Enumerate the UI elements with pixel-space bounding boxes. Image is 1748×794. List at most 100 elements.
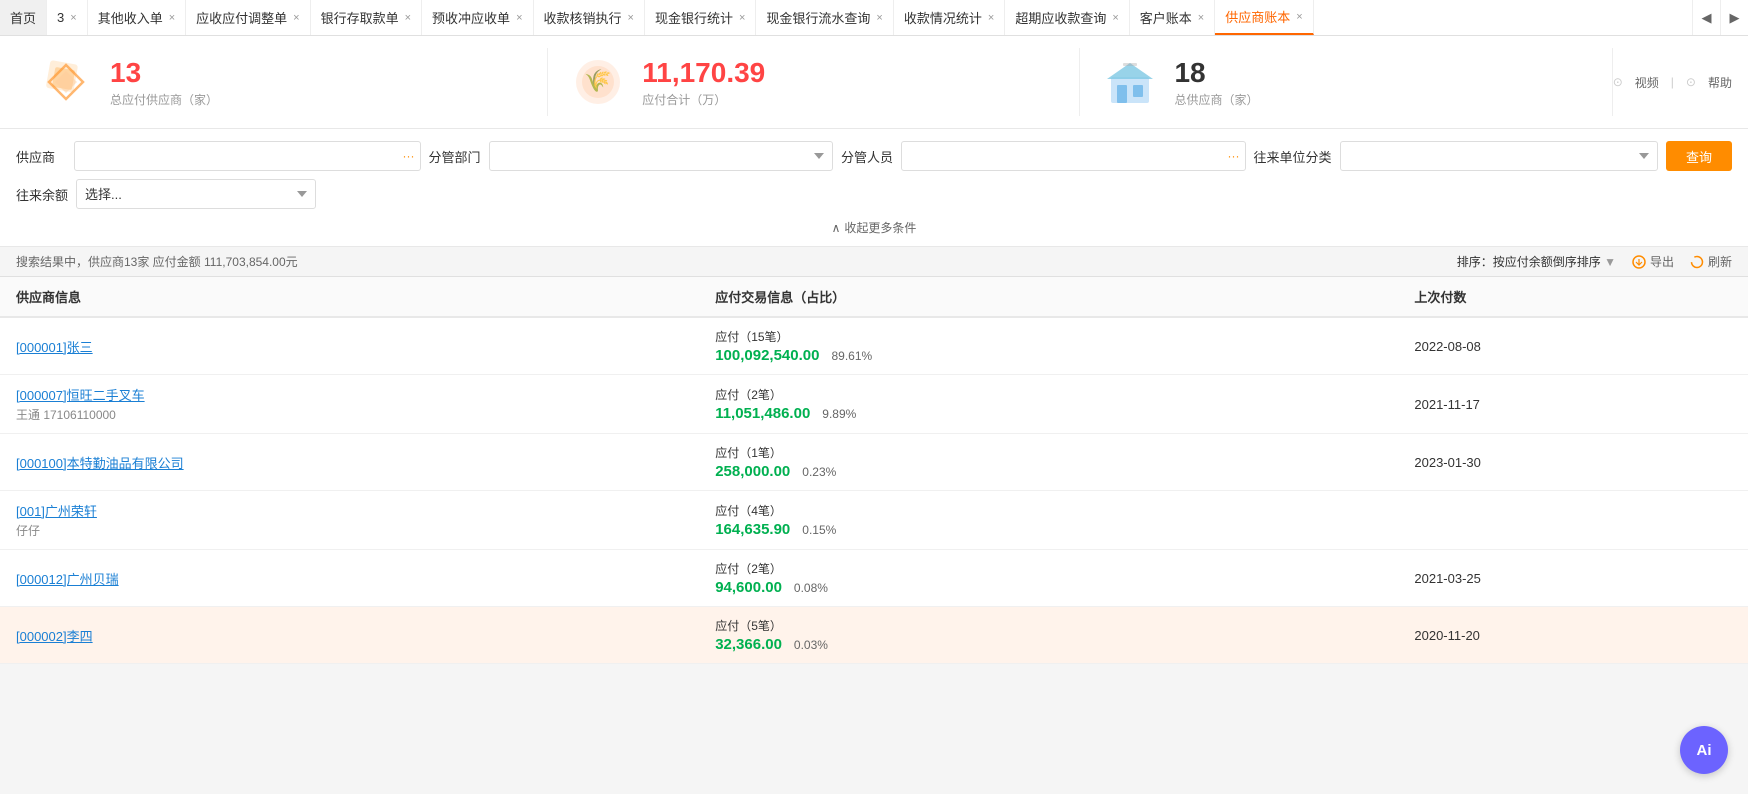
filter-supplier-wrapper: ··· [74, 141, 421, 171]
close-icon-prepay[interactable]: × [516, 12, 522, 24]
close-icon-recv-stat[interactable]: × [988, 12, 994, 24]
query-button[interactable]: 查询 [1666, 141, 1732, 171]
refresh-button[interactable]: 刷新 [1690, 253, 1732, 270]
payable-count-6: 应付（5笔） [715, 617, 1382, 634]
payable-amount-2: 11,051,486.00 [715, 405, 810, 422]
filter-row-1: 供应商 ··· 分管部门 分管人员 ··· 往来单位分类 [16, 141, 1732, 171]
nav-item-cash-stat[interactable]: 现金银行统计 × [645, 0, 756, 35]
close-icon-3[interactable]: × [70, 12, 76, 24]
payable-suppliers-number: 13 [110, 56, 527, 90]
nav-item-customer-ledger[interactable]: 客户账本 × [1130, 0, 1215, 35]
supplier-link-1[interactable]: [000001]张三 [16, 337, 683, 356]
svg-text:🌾: 🌾 [585, 68, 612, 93]
close-icon-customer-ledger[interactable]: × [1198, 12, 1204, 24]
supplier-info-cell-1: [000001]张三 [0, 317, 699, 375]
supplier-link-6[interactable]: [000002]李四 [16, 626, 683, 645]
nav-label-other-income: 其他收入单 [98, 8, 163, 27]
last-payment-date-6: 2020-11-20 [1414, 628, 1480, 643]
nav-arrow-left[interactable]: ◀ [1692, 0, 1720, 36]
collapse-label: 收起更多条件 [844, 219, 916, 236]
nav-item-adjust[interactable]: 应收应付调整单 × [186, 0, 310, 35]
supplier-dots-icon[interactable]: ··· [403, 149, 415, 163]
filter-item-balance: 往来余额 选择... [16, 179, 316, 209]
separator: | [1671, 75, 1674, 89]
nav-item-supplier-ledger[interactable]: 供应商账本 × [1215, 0, 1313, 35]
nav-label-supplier-ledger: 供应商账本 [1225, 7, 1290, 26]
nav-label-customer-ledger: 客户账本 [1140, 8, 1192, 27]
export-button[interactable]: 导出 [1632, 253, 1674, 270]
table-body: [000001]张三 应付（15笔） 100,092,540.00 89.61%… [0, 317, 1748, 664]
summary-card-total-suppliers: 18 总供应商（家） [1080, 48, 1612, 116]
close-icon-collection[interactable]: × [628, 12, 634, 24]
ai-button[interactable]: Ai [1680, 726, 1728, 774]
payable-pct-6: 0.03% [794, 638, 828, 652]
close-icon-other-income[interactable]: × [169, 12, 175, 24]
store-icon [1100, 52, 1160, 112]
payable-pct-3: 0.23% [802, 465, 836, 479]
close-icon-overdue[interactable]: × [1112, 12, 1118, 24]
person-input[interactable] [901, 141, 1245, 171]
refresh-icon [1690, 255, 1704, 269]
filter-area: 供应商 ··· 分管部门 分管人员 ··· 往来单位分类 [0, 129, 1748, 247]
payable-count-2: 应付（2笔） [715, 386, 1382, 403]
nav-label-prepay: 预收冲应收单 [432, 8, 510, 27]
last-payment-date-1: 2022-08-08 [1414, 339, 1481, 354]
payable-count-3: 应付（1笔） [715, 444, 1382, 461]
payable-info-cell-2: 应付（2笔） 11,051,486.00 9.89% [699, 375, 1398, 434]
result-summary-text: 搜索结果中，供应商13家 应付金额 111,703,854.00元 [16, 253, 298, 270]
nav-label-cash-stat: 现金银行统计 [655, 8, 733, 27]
sort-label: 排序：按应付余额倒序排序 ▼ [1457, 253, 1616, 270]
dept-select[interactable] [489, 141, 833, 171]
last-payment-cell-6: 2020-11-20 [1398, 607, 1748, 664]
close-icon-supplier-ledger[interactable]: × [1296, 11, 1302, 23]
payable-amount-3: 258,000.00 [715, 463, 790, 480]
nav-label-collection: 收款核销执行 [544, 8, 622, 27]
nav-bar: 首页 3 × 其他收入单 × 应收应付调整单 × 银行存取款单 × 预收冲应收单… [0, 0, 1748, 36]
nav-item-collection[interactable]: 收款核销执行 × [534, 0, 645, 35]
nav-item-prepay[interactable]: 预收冲应收单 × [422, 0, 533, 35]
category-select[interactable] [1340, 141, 1658, 171]
col-header-lastpay: 上次付数 [1398, 277, 1748, 317]
supplier-link-3[interactable]: [000100]本特勤油品有限公司 [16, 453, 683, 472]
summary-info-payable-suppliers: 13 总应付供应商（家） [110, 56, 527, 109]
ai-button-label: Ai [1697, 742, 1712, 759]
help-link[interactable]: 帮助 [1708, 74, 1732, 91]
nav-item-cash-flow[interactable]: 现金银行流水查询 × [756, 0, 893, 35]
supplier-link-4[interactable]: [001]广州荣轩 [16, 501, 683, 520]
supplier-input[interactable] [74, 141, 421, 171]
col-header-supplier: 供应商信息 [0, 277, 699, 317]
nav-label-overdue: 超期应收款查询 [1015, 8, 1106, 27]
nav-label-recv-stat: 收款情况统计 [904, 8, 982, 27]
payable-pct-1: 89.61% [831, 349, 872, 363]
right-actions: 排序：按应付余额倒序排序 ▼ 导出 刷新 [1457, 253, 1732, 270]
nav-item-recv-stat[interactable]: 收款情况统计 × [894, 0, 1005, 35]
table-row: [000100]本特勤油品有限公司 应付（1笔） 258,000.00 0.23… [0, 434, 1748, 491]
payable-info-cell-4: 应付（4笔） 164,635.90 0.15% [699, 491, 1398, 550]
filter-item-person: 分管人员 ··· [841, 141, 1246, 171]
nav-arrow-right[interactable]: ▶ [1720, 0, 1748, 36]
supplier-info-cell-2: [000007]恒旺二手叉车 王通 17106110000 [0, 375, 699, 434]
nav-item-overdue[interactable]: 超期应收款查询 × [1005, 0, 1129, 35]
payable-info-cell-1: 应付（15笔） 100,092,540.00 89.61% [699, 317, 1398, 375]
close-icon-adjust[interactable]: × [293, 12, 299, 24]
balance-select[interactable]: 选择... [76, 179, 316, 209]
summary-card-payable-suppliers: 13 总应付供应商（家） [16, 48, 548, 116]
supplier-info-cell-3: [000100]本特勤油品有限公司 [0, 434, 699, 491]
refresh-label: 刷新 [1708, 253, 1732, 270]
close-icon-bank[interactable]: × [405, 12, 411, 24]
nav-item-3[interactable]: 3 × [47, 0, 88, 35]
person-dots-icon[interactable]: ··· [1228, 149, 1240, 163]
nav-item-bank[interactable]: 银行存取款单 × [311, 0, 422, 35]
nav-item-other-income[interactable]: 其他收入单 × [88, 0, 186, 35]
close-icon-cash-stat[interactable]: × [739, 12, 745, 24]
close-icon-cash-flow[interactable]: × [876, 12, 882, 24]
nav-item-home[interactable]: 首页 [0, 0, 47, 35]
collapse-button[interactable]: ∧ 收起更多条件 [824, 217, 925, 238]
supplier-link-5[interactable]: [000012]广州贝瑞 [16, 569, 683, 588]
payable-pct-4: 0.15% [802, 523, 836, 537]
sort-dropdown-icon[interactable]: ▼ [1604, 255, 1616, 269]
main-content: 供应商信息 应付交易信息（占比） 上次付数 [000001]张三 应付（15笔）… [0, 277, 1748, 664]
video-link[interactable]: 视频 [1635, 74, 1659, 91]
filter-label-category: 往来单位分类 [1254, 147, 1332, 166]
supplier-link-2[interactable]: [000007]恒旺二手叉车 [16, 385, 683, 404]
